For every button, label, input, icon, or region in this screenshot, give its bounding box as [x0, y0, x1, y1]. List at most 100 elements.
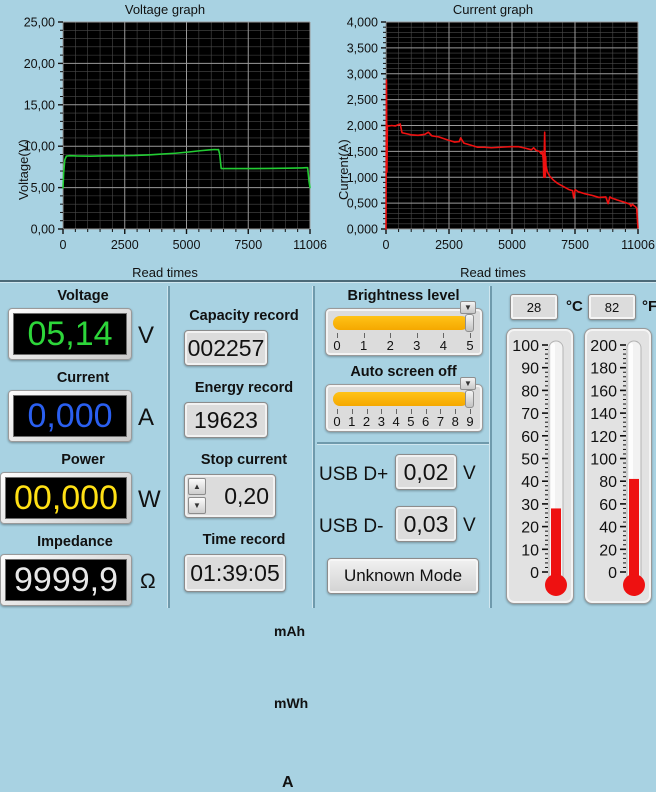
fahrenheit-value-field[interactable]: 82: [588, 294, 636, 320]
stop-current-spin-buttons[interactable]: ▲ ▼: [188, 478, 206, 516]
power-readout: 00,000: [0, 472, 132, 524]
power-readout-label: Power: [61, 452, 105, 468]
svg-text:15,00: 15,00: [24, 98, 55, 112]
voltage-readout-unit: V: [138, 322, 155, 349]
svg-text:25,00: 25,00: [24, 16, 55, 30]
svg-text:100: 100: [512, 338, 539, 355]
brightness-slider-fill: [333, 316, 468, 330]
impedance-readout-value: 9999,9: [14, 561, 118, 599]
brightness-slider-ticks: 0 1 2 3 4 5: [333, 333, 474, 353]
svg-text:0: 0: [608, 565, 617, 582]
autooff-slider-track[interactable]: [333, 392, 472, 406]
svg-text:200: 200: [590, 338, 617, 355]
time-record-field[interactable]: 01:39:05: [184, 554, 286, 592]
caret-up-icon[interactable]: ▲: [188, 478, 206, 495]
voltage-x-axis-label: Read times: [132, 265, 198, 280]
svg-text:10,00: 10,00: [24, 140, 55, 154]
stop-current-unit: A: [282, 774, 294, 791]
impedance-readout-unit: Ω: [140, 570, 156, 593]
current-readout: 0,000: [8, 390, 132, 442]
svg-text:2,000: 2,000: [347, 119, 378, 133]
svg-text:0: 0: [60, 238, 67, 252]
time-record-value: 01:39:05: [190, 559, 280, 586]
brightness-slider-thumb[interactable]: [465, 314, 474, 332]
usb-mode-button-label: Unknown Mode: [343, 566, 463, 585]
svg-text:11006: 11006: [621, 238, 655, 252]
panels-area: Voltage 05,14 V Current 0,000 A Power 00…: [0, 284, 656, 791]
svg-text:7500: 7500: [561, 238, 589, 252]
usb-dplus-unit: V: [463, 463, 476, 484]
chevron-down-icon[interactable]: ▼: [460, 377, 476, 390]
impedance-readout: 9999,9: [0, 554, 132, 606]
svg-text:100: 100: [590, 452, 617, 469]
capacity-record-field[interactable]: 002257: [184, 330, 268, 366]
svg-text:3,500: 3,500: [347, 41, 378, 55]
usb-dminus-field[interactable]: 0,03: [395, 506, 457, 542]
slider-tick-label: 4: [392, 414, 400, 429]
settings-group: Brightness level ▼ 012345 Auto screen of…: [313, 286, 490, 608]
usb-dplus-field[interactable]: 0,02: [395, 454, 457, 490]
slider-tick-label: 4: [439, 338, 448, 353]
caret-down-icon[interactable]: ▼: [188, 497, 206, 514]
svg-text:60: 60: [521, 429, 539, 446]
settings-usb-divider-highlight: [317, 444, 489, 445]
svg-text:2500: 2500: [435, 238, 463, 252]
svg-text:5,00: 5,00: [31, 181, 55, 195]
svg-text:60: 60: [599, 497, 617, 514]
slider-tick-label: 8: [451, 414, 459, 429]
svg-text:30: 30: [521, 497, 539, 514]
slider-tick-label: 1: [359, 338, 368, 353]
energy-record-unit: mWh: [274, 695, 309, 711]
slider-tick-label: 2: [362, 414, 371, 429]
svg-text:2500: 2500: [111, 238, 139, 252]
svg-text:1,000: 1,000: [347, 171, 378, 185]
stop-current-value: 0,20: [224, 482, 269, 509]
brightness-level-slider[interactable]: ▼ 0 1 2 3 4 5: [325, 301, 483, 356]
slider-tick-label: 0: [333, 414, 341, 429]
svg-text:40: 40: [599, 520, 617, 537]
records-group: Capacity record 002257 mAh Energy record…: [168, 286, 313, 791]
svg-text:5000: 5000: [498, 238, 526, 252]
auto-screen-off-slider[interactable]: ▼ 0123456789: [325, 377, 483, 432]
svg-text:160: 160: [590, 383, 617, 400]
current-readout-label: Current: [56, 370, 110, 386]
svg-text:90: 90: [521, 361, 539, 378]
slider-tick-label: 5: [407, 414, 415, 429]
usb-mode-button[interactable]: Unknown Mode: [327, 558, 479, 594]
svg-text:70: 70: [521, 406, 539, 423]
svg-text:11006: 11006: [293, 238, 327, 252]
autooff-slider-fill: [333, 392, 468, 406]
capacity-record-unit: mAh: [274, 623, 306, 639]
svg-text:3,000: 3,000: [347, 67, 378, 81]
svg-text:20: 20: [599, 542, 617, 559]
autooff-slider-thumb[interactable]: [465, 390, 474, 408]
voltage-readout-value: 05,14: [27, 315, 113, 353]
fahrenheit-unit-label: °F: [642, 298, 656, 315]
svg-text:0: 0: [383, 238, 390, 252]
brightness-slider-track[interactable]: [333, 316, 472, 330]
svg-text:0,500: 0,500: [347, 197, 378, 211]
energy-record-field[interactable]: 19623: [184, 402, 268, 438]
celsius-value-field[interactable]: 28: [510, 294, 558, 320]
graphs-area: Voltage graph Voltage(V) 0,00 5,00 10,00 15…: [0, 0, 656, 281]
usb-dminus-value: 0,03: [403, 510, 449, 537]
svg-text:0,00: 0,00: [31, 223, 55, 237]
svg-text:2,500: 2,500: [347, 93, 378, 107]
stop-current-spinner[interactable]: ▲ ▼ 0,20: [184, 474, 276, 518]
voltage-readout: 05,14: [8, 308, 132, 360]
chevron-down-icon[interactable]: ▼: [460, 301, 476, 314]
svg-text:40: 40: [521, 474, 539, 491]
usb-dplus-value: 0,02: [403, 458, 449, 485]
svg-text:10: 10: [521, 542, 539, 559]
slider-tick-label: 6: [422, 414, 430, 429]
slider-tick-label: 5: [466, 338, 474, 353]
stop-current-label: Stop current: [200, 452, 288, 468]
capacity-record-label: Capacity record: [189, 308, 299, 324]
svg-text:4,000: 4,000: [347, 16, 378, 30]
energy-record-value: 19623: [194, 406, 258, 433]
svg-text:5000: 5000: [173, 238, 201, 252]
slider-tick-label: 9: [466, 414, 474, 429]
svg-text:0: 0: [530, 565, 539, 582]
time-record-label: Time record: [202, 532, 286, 548]
svg-text:50: 50: [521, 452, 539, 469]
